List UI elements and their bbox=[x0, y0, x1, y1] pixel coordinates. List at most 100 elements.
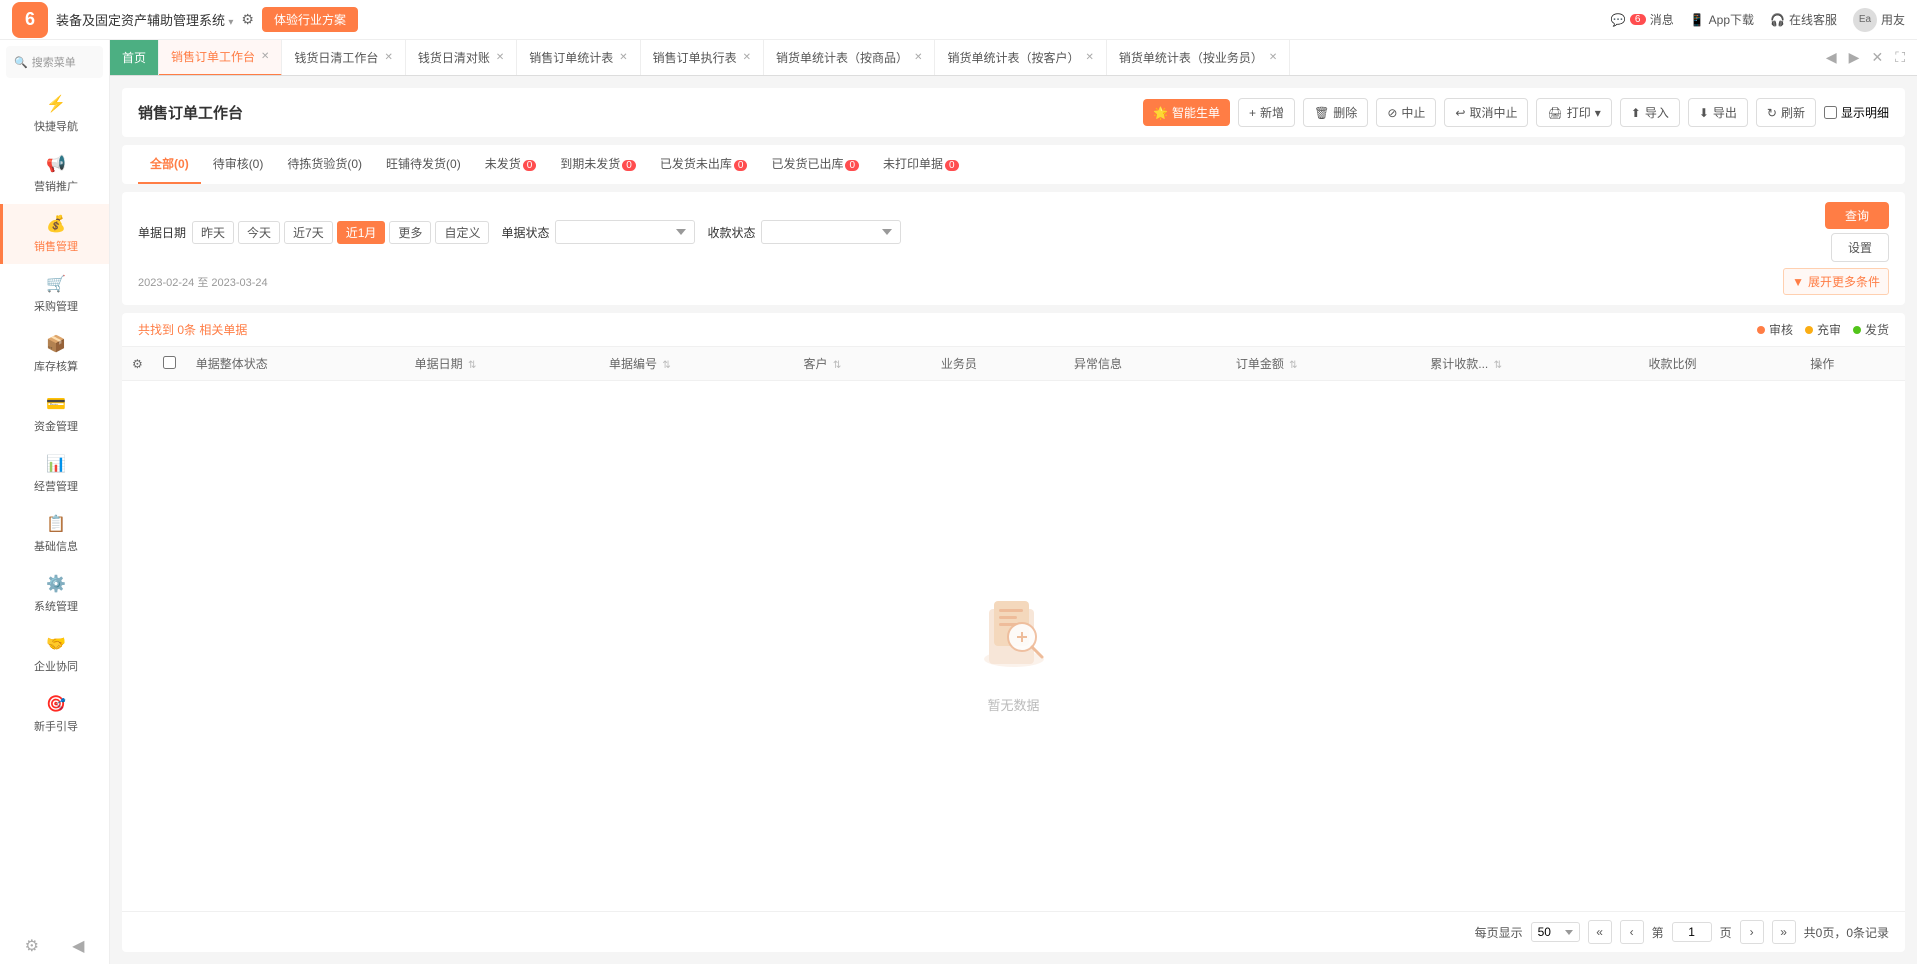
sub-tab-pending-inspect[interactable]: 待拣货验货(0) bbox=[275, 145, 374, 184]
table-scroll-container[interactable]: ⚙ 单据整体状态 单据日期 ⇅ bbox=[122, 347, 1905, 381]
cancel-action-btn[interactable]: 充审 bbox=[1805, 321, 1841, 338]
sub-tab-shipped-not-out[interactable]: 已发货未出库0 bbox=[648, 145, 760, 184]
th-amount[interactable]: 订单金额 ⇅ bbox=[1226, 347, 1420, 381]
expand-filter-btn[interactable]: ▼ 展开更多条件 bbox=[1783, 268, 1889, 295]
th-salesperson[interactable]: 业务员 bbox=[931, 347, 1064, 381]
sidebar-settings-icon[interactable]: ⚙ bbox=[25, 936, 39, 956]
ship-action-btn[interactable]: 发货 bbox=[1853, 321, 1889, 338]
audit-action-btn[interactable]: 审核 bbox=[1757, 321, 1793, 338]
th-customer[interactable]: 客户 ⇅ bbox=[793, 347, 930, 381]
sub-tab-expired-not-shipped[interactable]: 到期未发货0 bbox=[548, 145, 648, 184]
sub-tab-wangpu[interactable]: 旺铺待发货(0) bbox=[374, 145, 473, 184]
sub-tab-all[interactable]: 全部(0) bbox=[138, 145, 201, 184]
tab-close-icon[interactable]: ✕ bbox=[384, 52, 392, 63]
online-service-item[interactable]: 🎧 在线客服 bbox=[1770, 11, 1837, 28]
avatar: Ea bbox=[1853, 8, 1877, 32]
sidebar-collapse-icon[interactable]: ◀ bbox=[72, 936, 84, 956]
tab-label: 销货单统计表（按业务员） bbox=[1119, 49, 1263, 66]
cancel-stop-btn[interactable]: ↩ 取消中止 bbox=[1444, 98, 1528, 127]
tab-close-icon[interactable]: ✕ bbox=[743, 52, 751, 63]
sidebar-item-enterprise[interactable]: 🤝 企业协同 bbox=[0, 624, 109, 684]
sidebar-item-inventory[interactable]: 📦 库存核算 bbox=[0, 324, 109, 384]
experience-btn[interactable]: 体验行业方案 bbox=[262, 7, 358, 32]
date-btn-more[interactable]: 更多 bbox=[389, 221, 431, 244]
tab-sales-workbench[interactable]: 销售订单工作台 ✕ bbox=[159, 40, 282, 76]
print-btn[interactable]: 🖨 打印 ▾ bbox=[1536, 98, 1611, 127]
select-all-checkbox[interactable] bbox=[163, 356, 176, 369]
payment-select[interactable] bbox=[761, 220, 901, 244]
export-btn[interactable]: ⬇ 导出 bbox=[1688, 98, 1748, 127]
sidebar-item-purchase[interactable]: 🛒 采购管理 bbox=[0, 264, 109, 324]
date-btn-yesterday[interactable]: 昨天 bbox=[192, 221, 234, 244]
settings-icon[interactable]: ⚙ bbox=[132, 357, 143, 371]
tab-close-all-btn[interactable]: ✕ bbox=[1867, 47, 1887, 68]
tab-label: 钱货日清工作台 bbox=[294, 49, 378, 66]
sidebar-item-marketing[interactable]: 📢 营销推广 bbox=[0, 144, 109, 204]
sidebar-search-btn[interactable]: 🔍 搜索菜单 bbox=[6, 46, 103, 78]
tab-close-icon[interactable]: ✕ bbox=[1085, 52, 1093, 63]
data-table: ⚙ 单据整体状态 单据日期 ⇅ bbox=[122, 347, 1905, 381]
sidebar-item-quick-nav[interactable]: ⚡ 快捷导航 bbox=[0, 84, 109, 144]
sub-tab-pending-review[interactable]: 待审核(0) bbox=[201, 145, 276, 184]
delete-btn[interactable]: 🗑 删除 bbox=[1303, 98, 1368, 127]
tab-scroll-right-btn[interactable]: ▶ bbox=[1845, 47, 1864, 68]
user-item[interactable]: Ea 用友 bbox=[1853, 8, 1905, 32]
tab-close-icon[interactable]: ✕ bbox=[1269, 52, 1277, 63]
sidebar-item-operation[interactable]: 📊 经营管理 bbox=[0, 444, 109, 504]
date-btn-7days[interactable]: 近7天 bbox=[284, 221, 333, 244]
tab-close-icon[interactable]: ✕ bbox=[261, 51, 269, 62]
sidebar-item-system[interactable]: ⚙️ 系统管理 bbox=[0, 564, 109, 624]
message-badge: 6 bbox=[1630, 14, 1646, 25]
set-btn[interactable]: 设置 bbox=[1831, 233, 1889, 262]
smart-btn[interactable]: 🌟 智能生单 bbox=[1143, 99, 1230, 126]
sub-tab-not-shipped[interactable]: 未发货0 bbox=[473, 145, 549, 184]
messages-item[interactable]: 💬 6 消息 bbox=[1611, 11, 1674, 28]
sidebar-item-sales[interactable]: 💰 销售管理 bbox=[0, 204, 109, 264]
date-btn-custom[interactable]: 自定义 bbox=[435, 221, 489, 244]
tab-cash-daily[interactable]: 钱货日清工作台 ✕ bbox=[282, 40, 405, 76]
tab-scroll-left-btn[interactable]: ◀ bbox=[1822, 47, 1841, 68]
refresh-btn[interactable]: ↻ 刷新 bbox=[1756, 98, 1816, 127]
date-btn-1month[interactable]: 近1月 bbox=[337, 221, 386, 244]
date-btn-today[interactable]: 今天 bbox=[238, 221, 280, 244]
sub-tab-label: 待拣货验货(0) bbox=[287, 157, 362, 171]
tab-close-icon[interactable]: ✕ bbox=[496, 52, 504, 63]
tab-summary-product[interactable]: 销货单统计表（按商品） ✕ bbox=[764, 40, 935, 76]
show-details-label[interactable]: 显示明细 bbox=[1824, 104, 1889, 121]
tab-summary-customer[interactable]: 销货单统计表（按客户） ✕ bbox=[935, 40, 1106, 76]
export-label: 导出 bbox=[1713, 104, 1737, 121]
sidebar-item-basic[interactable]: 📋 基础信息 bbox=[0, 504, 109, 564]
tab-sales-stats[interactable]: 销售订单统计表 ✕ bbox=[517, 40, 640, 76]
last-page-btn[interactable]: » bbox=[1772, 920, 1796, 944]
tab-cash-reconcile[interactable]: 钱货日清对账 ✕ bbox=[406, 40, 517, 76]
th-collected[interactable]: 累计收款... ⇅ bbox=[1420, 347, 1638, 381]
print-dropdown-arrow[interactable]: ▾ bbox=[1595, 106, 1601, 120]
status-select[interactable] bbox=[555, 220, 695, 244]
sub-tab-shipped-out[interactable]: 已发货已出库0 bbox=[759, 145, 871, 184]
sub-tab-not-printed[interactable]: 未打印单据0 bbox=[871, 145, 971, 184]
page-size-select[interactable]: 20 50 100 bbox=[1531, 922, 1580, 942]
th-date[interactable]: 单据日期 ⇅ bbox=[405, 347, 599, 381]
tab-home[interactable]: 首页 bbox=[110, 40, 159, 76]
first-page-btn[interactable]: « bbox=[1588, 920, 1612, 944]
system-settings-icon[interactable]: ⚙ bbox=[241, 11, 254, 28]
import-btn[interactable]: ⬆ 导入 bbox=[1620, 98, 1680, 127]
query-btn[interactable]: 查询 bbox=[1825, 202, 1889, 229]
prev-page-btn[interactable]: ‹ bbox=[1620, 920, 1644, 944]
sidebar-item-finance[interactable]: 💳 资金管理 bbox=[0, 384, 109, 444]
system-dropdown-arrow[interactable]: ▾ bbox=[228, 17, 233, 28]
page-number-input[interactable] bbox=[1672, 922, 1712, 942]
tab-close-icon[interactable]: ✕ bbox=[619, 52, 627, 63]
sidebar-item-guide[interactable]: 🎯 新手引导 bbox=[0, 684, 109, 744]
tab-sales-exec[interactable]: 销售订单执行表 ✕ bbox=[641, 40, 764, 76]
stop-btn[interactable]: ⊘ 中止 bbox=[1376, 98, 1436, 127]
tab-close-icon[interactable]: ✕ bbox=[914, 52, 922, 63]
app-download-item[interactable]: 📱 App下载 bbox=[1690, 11, 1754, 28]
show-details-checkbox[interactable] bbox=[1824, 106, 1837, 119]
th-number[interactable]: 单据编号 ⇅ bbox=[599, 347, 793, 381]
tab-maximize-btn[interactable]: ⛶ bbox=[1891, 47, 1909, 68]
add-btn[interactable]: + 新增 bbox=[1238, 98, 1295, 127]
th-ratio-label: 收款比例 bbox=[1648, 357, 1696, 371]
tab-summary-staff[interactable]: 销货单统计表（按业务员） ✕ bbox=[1107, 40, 1290, 76]
next-page-btn[interactable]: › bbox=[1740, 920, 1764, 944]
